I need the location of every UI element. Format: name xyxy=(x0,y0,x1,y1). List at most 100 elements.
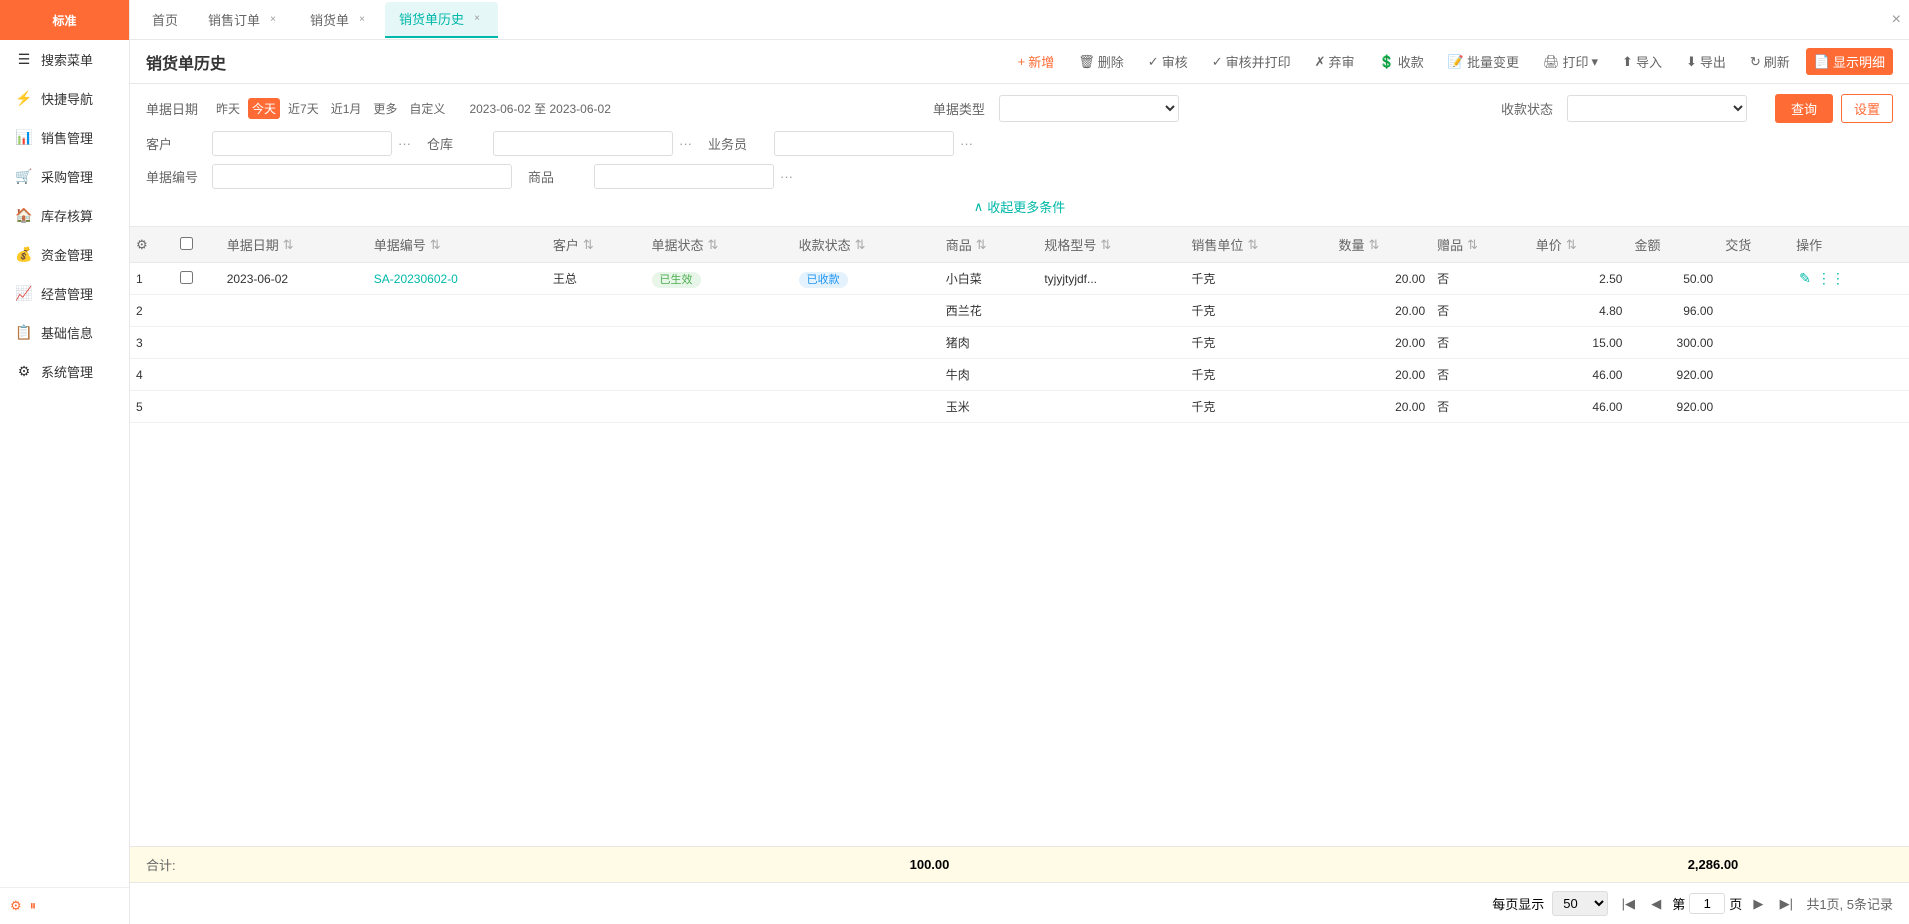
audit-print-button[interactable]: ✓ 审核并打印 xyxy=(1204,48,1299,75)
tab-sales-order[interactable]: 销售订单 × xyxy=(194,2,294,38)
row-checkbox[interactable] xyxy=(180,271,193,284)
goods-cell: 牛肉 xyxy=(940,359,1039,391)
more-action-icon[interactable]: ⋮⋮ xyxy=(1817,270,1845,286)
import-button[interactable]: ⬆ 导入 xyxy=(1614,48,1670,75)
sort-goods[interactable]: 商品⇅ xyxy=(946,235,1033,254)
goods-input[interactable] xyxy=(594,164,774,189)
doc-type-label: 单据类型 xyxy=(933,99,993,118)
tab-sales-delivery[interactable]: 销货单 × xyxy=(296,2,383,38)
collapse-btn[interactable]: ∧ 收起更多条件 xyxy=(146,197,1893,216)
sort-customer[interactable]: 客户⇅ xyxy=(553,235,640,254)
delete-button[interactable]: 🗑 删除 xyxy=(1070,48,1132,75)
tab-sales-delivery-close[interactable]: × xyxy=(355,13,369,27)
sort-qty[interactable]: 数量⇅ xyxy=(1339,235,1426,254)
total-amount-container: 2,286.00 xyxy=(1653,857,1773,872)
sort-number[interactable]: 单据编号⇅ xyxy=(374,235,541,254)
sidebar-item-quick-nav[interactable]: ⚡ 快捷导航 xyxy=(0,79,129,118)
col-gear[interactable]: ⚙ xyxy=(130,227,174,263)
prev-page-button[interactable]: ◀ xyxy=(1644,892,1668,916)
edit-action-icon[interactable]: ✎ xyxy=(1799,270,1811,286)
sidebar-item-inventory[interactable]: 🏠 库存核算 xyxy=(0,196,129,235)
export-button[interactable]: ⬇ 导出 xyxy=(1678,48,1734,75)
shortcut-yesterday[interactable]: 昨天 xyxy=(212,98,244,119)
select-all-checkbox[interactable] xyxy=(180,237,193,250)
sidebar-pause-icon[interactable]: ⏸ xyxy=(30,898,37,914)
tab-sales-history-close[interactable]: × xyxy=(470,12,484,26)
next-page-button[interactable]: ▶ xyxy=(1746,892,1770,916)
set-button[interactable]: 设置 xyxy=(1841,94,1893,123)
transaction-cell xyxy=(1719,263,1790,295)
sidebar-item-finance-mgmt[interactable]: 💰 资金管理 xyxy=(0,235,129,274)
gift-cell: 否 xyxy=(1431,391,1530,423)
sort-doc-status[interactable]: 单据状态⇅ xyxy=(652,235,787,254)
sidebar-item-ops-mgmt[interactable]: 📈 经营管理 xyxy=(0,274,129,313)
tab-sales-history[interactable]: 销货单历史 × xyxy=(385,2,498,38)
spec-cell xyxy=(1038,295,1185,327)
payment-status-select[interactable] xyxy=(1567,95,1747,122)
abandon-button[interactable]: ✗ 弃审 xyxy=(1307,48,1363,75)
shortcut-1month[interactable]: 近1月 xyxy=(327,98,366,119)
action-cell: ✎ ⋮⋮ xyxy=(1790,263,1909,295)
sidebar-settings-icon[interactable]: ⚙ xyxy=(10,898,22,914)
add-button[interactable]: + 新增 xyxy=(1010,48,1063,75)
row-num-cell: 2 xyxy=(130,295,174,327)
checkbox-cell xyxy=(174,391,221,423)
sidebar-item-basic-info[interactable]: 📋 基础信息 xyxy=(0,313,129,352)
filter-area: 单据日期 昨天 今天 近7天 近1月 更多 自定义 2023-06-02 至 2… xyxy=(130,84,1909,227)
transaction-cell xyxy=(1719,391,1790,423)
search-menu-icon: ☰ xyxy=(15,51,33,69)
sales-person-input[interactable] xyxy=(774,131,954,156)
sort-spec[interactable]: 规格型号⇅ xyxy=(1044,235,1179,254)
tab-close-all-button[interactable]: × xyxy=(1892,11,1901,29)
sort-price[interactable]: 单价⇅ xyxy=(1536,235,1623,254)
shortcut-custom[interactable]: 自定义 xyxy=(405,98,449,119)
shortcut-today[interactable]: 今天 xyxy=(248,98,280,119)
sidebar-item-label: 销售管理 xyxy=(41,128,93,147)
col-price: 单价⇅ xyxy=(1530,227,1629,263)
sales-mgmt-icon: 📊 xyxy=(15,129,33,147)
gear-settings-icon[interactable]: ⚙ xyxy=(136,237,148,252)
customer-picker-icon[interactable]: ··· xyxy=(398,136,411,151)
query-button[interactable]: 查询 xyxy=(1775,94,1833,123)
page-number-input[interactable] xyxy=(1689,893,1725,914)
last-page-button[interactable]: ▶| xyxy=(1774,892,1798,916)
audit-button[interactable]: ✓ 审核 xyxy=(1140,48,1196,75)
price-cell: 2.50 xyxy=(1530,263,1629,295)
collect-button[interactable]: 💲 收款 xyxy=(1371,48,1432,75)
sort-payment-status[interactable]: 收款状态⇅ xyxy=(799,235,934,254)
tab-home-label: 首页 xyxy=(152,10,178,29)
doc-number-input[interactable] xyxy=(212,164,512,189)
shortcut-more[interactable]: 更多 xyxy=(369,98,401,119)
warehouse-input[interactable] xyxy=(493,131,673,156)
batch-change-button[interactable]: 📝 批量变更 xyxy=(1440,48,1527,75)
sidebar-item-sales-mgmt[interactable]: 📊 销售管理 xyxy=(0,118,129,157)
goods-cell: 西兰花 xyxy=(940,295,1039,327)
refresh-button[interactable]: ↻ 刷新 xyxy=(1742,48,1798,75)
per-page-select[interactable]: 50 100 xyxy=(1552,891,1608,916)
sidebar-item-sys-mgmt[interactable]: ⚙ 系统管理 xyxy=(0,352,129,391)
shortcut-7days[interactable]: 近7天 xyxy=(284,98,323,119)
sort-date[interactable]: 单据日期⇅ xyxy=(227,235,362,254)
sort-unit[interactable]: 销售单位⇅ xyxy=(1191,235,1326,254)
doc-type-select[interactable] xyxy=(999,95,1179,122)
tab-home[interactable]: 首页 xyxy=(138,2,192,38)
print-button[interactable]: 🖨 打印 ▾ xyxy=(1535,48,1606,75)
transaction-cell xyxy=(1719,359,1790,391)
customer-input[interactable] xyxy=(212,131,392,156)
col-unit: 销售单位⇅ xyxy=(1185,227,1332,263)
col-date: 单据日期⇅ xyxy=(221,227,368,263)
sidebar-item-purchase-mgmt[interactable]: 🛒 采购管理 xyxy=(0,157,129,196)
first-page-button[interactable]: |◀ xyxy=(1616,892,1640,916)
unit-cell: 千克 xyxy=(1185,359,1332,391)
filter-doc-number: 单据编号 xyxy=(146,164,512,189)
collect-icon: 💲 xyxy=(1379,54,1395,70)
tab-sales-order-close[interactable]: × xyxy=(266,13,280,27)
goods-picker-icon[interactable]: ··· xyxy=(780,169,793,184)
sidebar-item-search-menu[interactable]: ☰ 搜索菜单 xyxy=(0,40,129,79)
sales-person-picker-icon[interactable]: ··· xyxy=(960,136,973,151)
transaction-cell xyxy=(1719,327,1790,359)
basic-info-icon: 📋 xyxy=(15,324,33,342)
show-detail-button[interactable]: 📄 显示明细 xyxy=(1806,48,1893,75)
sort-gift[interactable]: 赠品⇅ xyxy=(1437,235,1524,254)
warehouse-picker-icon[interactable]: ··· xyxy=(679,136,692,151)
